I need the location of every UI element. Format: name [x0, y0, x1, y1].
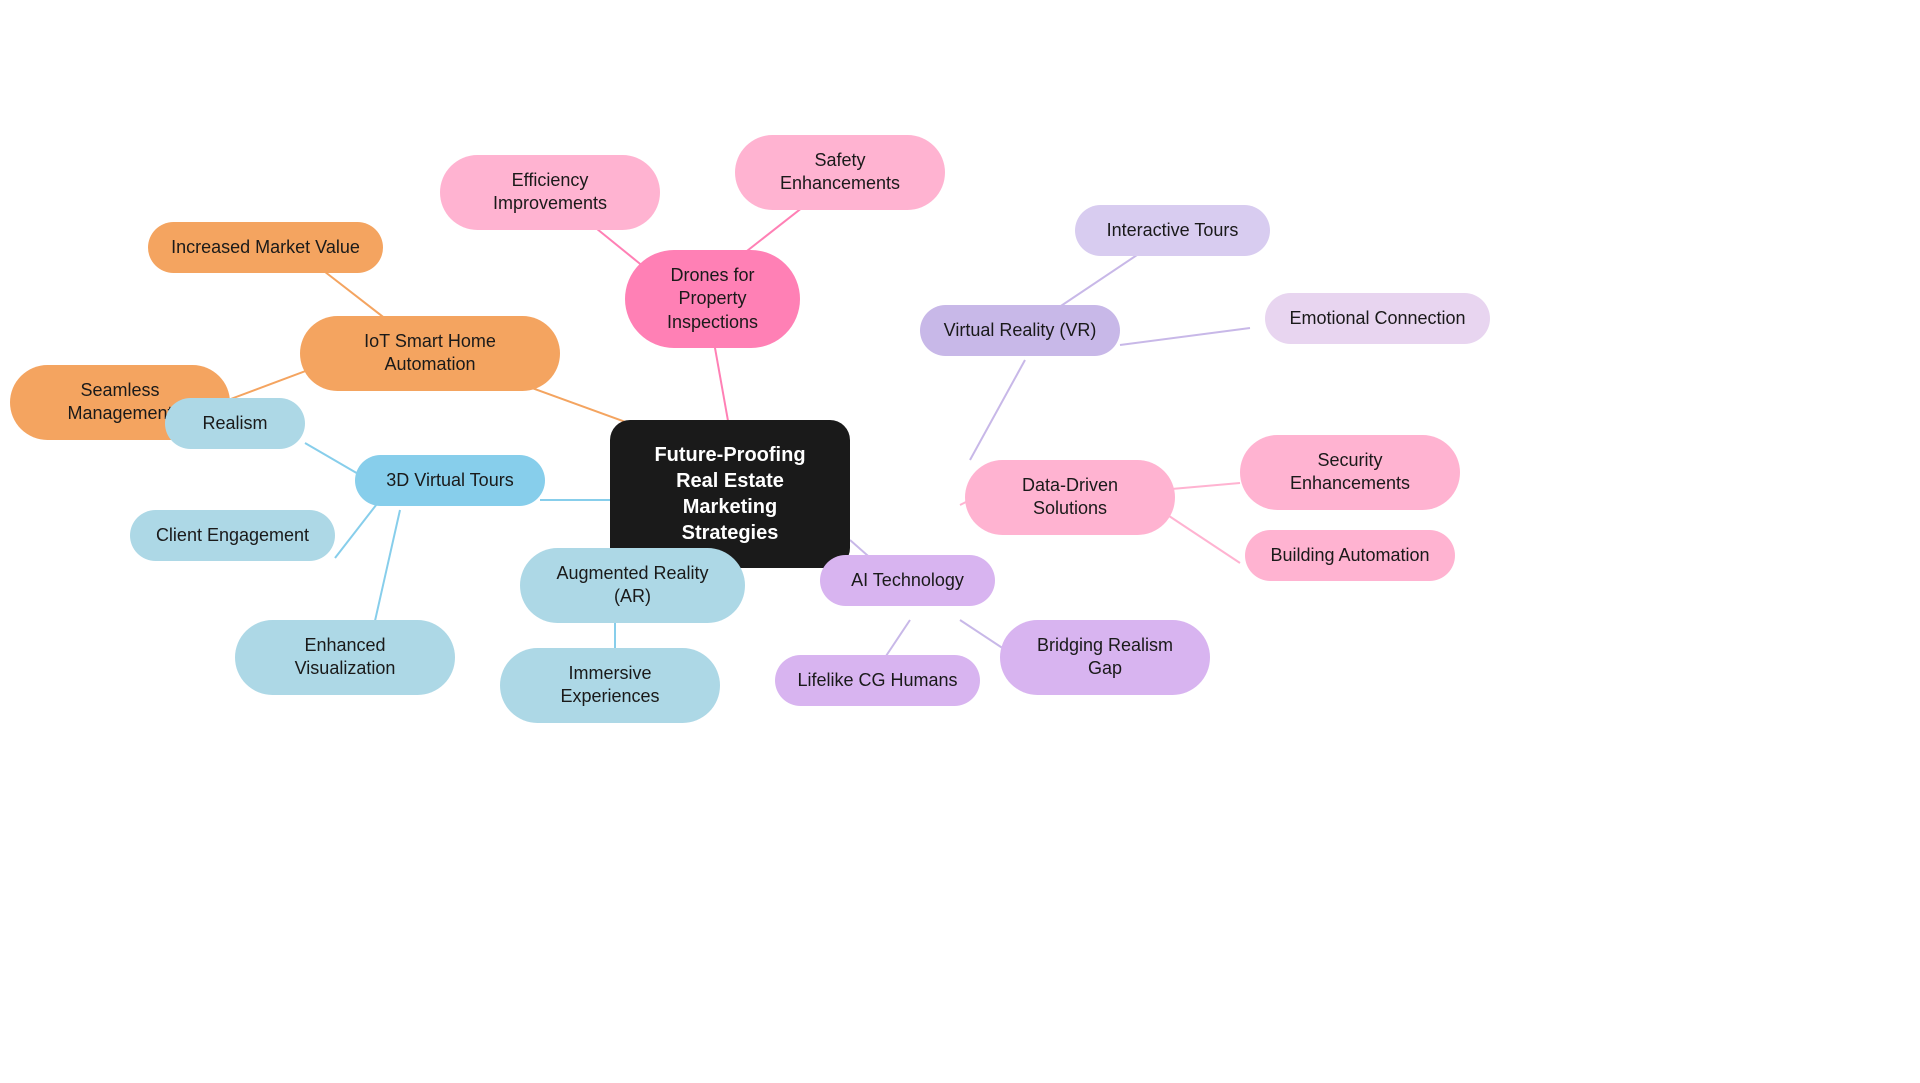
center-node[interactable]: Future-Proofing Real Estate Marketing St…	[610, 420, 850, 568]
ai-technology-node[interactable]: AI Technology	[820, 555, 995, 606]
building-automation-node[interactable]: Building Automation	[1245, 530, 1455, 581]
data-driven-node[interactable]: Data-Driven Solutions	[965, 460, 1175, 535]
vr-node[interactable]: Virtual Reality (VR)	[920, 305, 1120, 356]
efficiency-node[interactable]: Efficiency Improvements	[440, 155, 660, 230]
3d-tours-node[interactable]: 3D Virtual Tours	[355, 455, 545, 506]
drones-node[interactable]: Drones for Property Inspections	[625, 250, 800, 348]
iot-node[interactable]: IoT Smart Home Automation	[300, 316, 560, 391]
interactive-tours-node[interactable]: Interactive Tours	[1075, 205, 1270, 256]
lifelike-node[interactable]: Lifelike CG Humans	[775, 655, 980, 706]
emotional-connection-node[interactable]: Emotional Connection	[1265, 293, 1490, 344]
market-value-node[interactable]: Increased Market Value	[148, 222, 383, 273]
immersive-node[interactable]: Immersive Experiences	[500, 648, 720, 723]
bridging-node[interactable]: Bridging Realism Gap	[1000, 620, 1210, 695]
security-node[interactable]: Security Enhancements	[1240, 435, 1460, 510]
client-engagement-node[interactable]: Client Engagement	[130, 510, 335, 561]
safety-node[interactable]: Safety Enhancements	[735, 135, 945, 210]
realism-node[interactable]: Realism	[165, 398, 305, 449]
ar-node[interactable]: Augmented Reality (AR)	[520, 548, 745, 623]
enhanced-visualization-node[interactable]: Enhanced Visualization	[235, 620, 455, 695]
